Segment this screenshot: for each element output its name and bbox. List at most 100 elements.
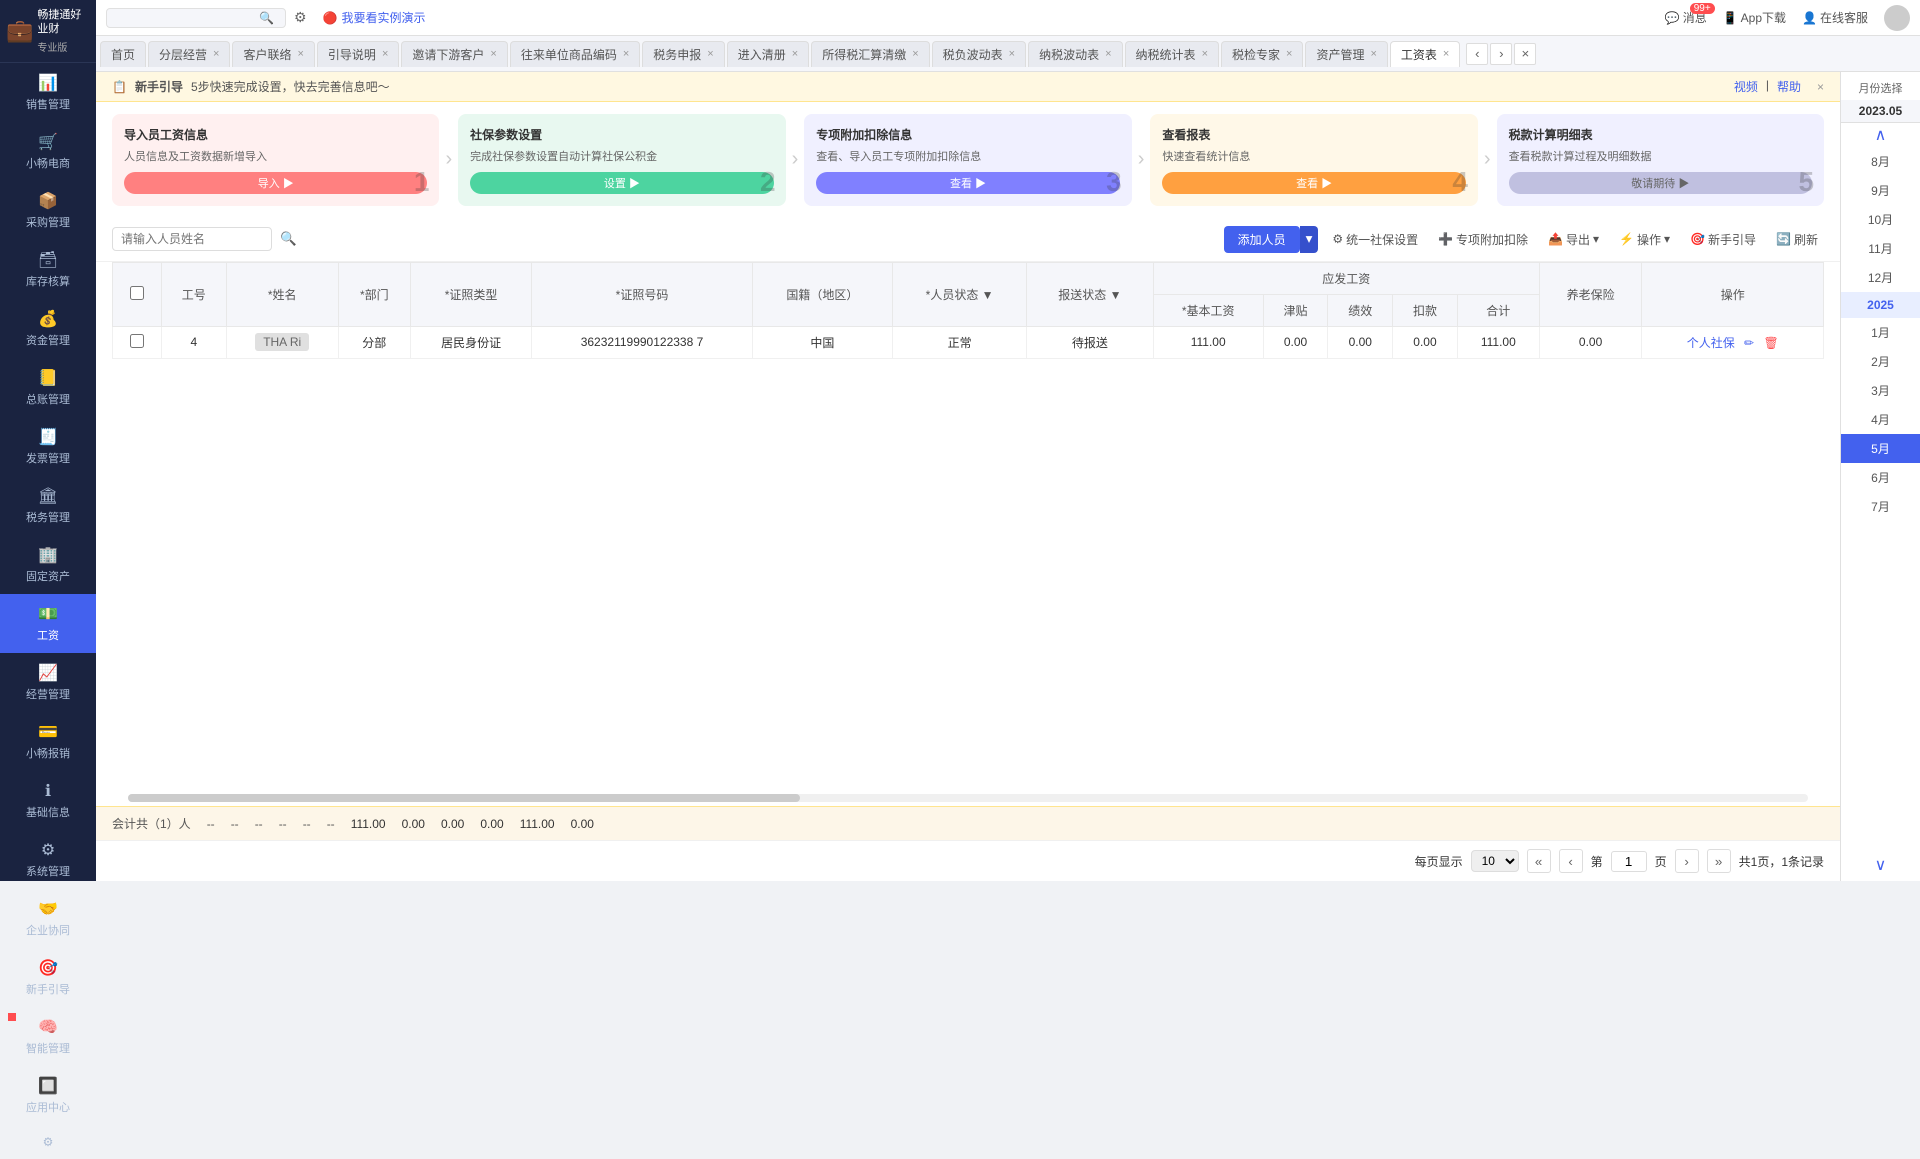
month-up-button[interactable]: ∧	[1869, 123, 1893, 147]
sidebar-item-ledger[interactable]: 📒 总账管理	[0, 358, 96, 417]
month-item-1[interactable]: 1月	[1841, 318, 1920, 347]
export-button[interactable]: 📤 导出 ▾	[1542, 229, 1605, 250]
guide-help-link[interactable]: 帮助	[1777, 78, 1801, 95]
edit-link[interactable]: ✏	[1744, 336, 1754, 350]
sidebar-item-finance[interactable]: 💰 资金管理	[0, 299, 96, 358]
tab-close-tax-stats[interactable]: ×	[1202, 48, 1208, 60]
first-page-button[interactable]: «	[1527, 849, 1551, 873]
refresh-button[interactable]: 🔄 刷新	[1770, 229, 1824, 250]
page-size-select[interactable]: 10 20 50	[1471, 850, 1519, 872]
sidebar-item-system[interactable]: ⚙ 系统管理	[0, 830, 96, 889]
demo-link[interactable]: 🔴 我要看实例演示	[323, 9, 426, 26]
tab-prev-button[interactable]: ‹	[1466, 43, 1488, 65]
tab-close-customer[interactable]: ×	[297, 48, 303, 60]
select-all-checkbox[interactable]	[130, 286, 144, 300]
step-5-button[interactable]: 敬请期待 ▶	[1509, 172, 1812, 194]
month-item-3[interactable]: 3月	[1841, 376, 1920, 405]
sidebar-item-expense[interactable]: 💳 小畅报销	[0, 712, 96, 771]
step-1-button[interactable]: 导入 ▶	[124, 172, 427, 194]
tab-invite[interactable]: 邀请下游客户 ×	[401, 41, 507, 67]
month-item-6[interactable]: 6月	[1841, 463, 1920, 492]
message-button[interactable]: 💬 消息 99+	[1665, 9, 1707, 26]
settings-button[interactable]: ⚙	[0, 1125, 96, 1159]
tab-layered[interactable]: 分层经营 ×	[148, 41, 230, 67]
tab-guide[interactable]: 引导说明 ×	[317, 41, 399, 67]
personal-insurance-link[interactable]: 个人社保	[1687, 336, 1735, 350]
employee-search-input[interactable]	[112, 227, 272, 251]
month-item-7[interactable]: 7月	[1841, 492, 1920, 521]
sidebar-item-salary[interactable]: 💵 工资	[0, 594, 96, 653]
sidebar-item-guide[interactable]: 🎯 新手引导	[0, 948, 96, 1007]
tab-income-tax[interactable]: 所得税汇算清缴 ×	[811, 41, 929, 67]
social-insurance-settings-button[interactable]: ⚙ 统一社保设置	[1326, 229, 1424, 250]
employee-search-button[interactable]: 🔍	[280, 231, 297, 247]
tab-tax-stats[interactable]: 纳税统计表 ×	[1125, 41, 1219, 67]
tab-close-tax-report[interactable]: ×	[707, 48, 713, 60]
settings-icon[interactable]: ⚙	[294, 9, 307, 26]
topbar-search-box[interactable]: 🔍	[106, 8, 286, 28]
delete-link[interactable]: 🗑	[1763, 336, 1778, 350]
page-input[interactable]	[1611, 851, 1647, 872]
prev-page-button[interactable]: ‹	[1559, 849, 1583, 873]
tab-salary[interactable]: 工资表 ×	[1390, 41, 1460, 67]
month-item-2[interactable]: 2月	[1841, 347, 1920, 376]
sidebar-item-assets[interactable]: 🏢 固定资产	[0, 535, 96, 594]
tab-product-code[interactable]: 往来单位商品编码 ×	[510, 41, 640, 67]
month-item-5[interactable]: 5月	[1841, 434, 1920, 463]
sidebar-item-management[interactable]: 📈 经营管理	[0, 653, 96, 712]
app-download-button[interactable]: 📱 App下载	[1723, 9, 1786, 26]
tab-close-clearance[interactable]: ×	[792, 48, 798, 60]
sidebar-item-appcenter[interactable]: 🔲 应用中心	[0, 1066, 96, 1125]
online-service-button[interactable]: 👤 在线客服	[1802, 9, 1868, 26]
tab-next-button[interactable]: ›	[1490, 43, 1512, 65]
step-3-button[interactable]: 查看 ▶	[816, 172, 1119, 194]
tab-home[interactable]: 首页	[100, 41, 146, 67]
tab-tax-burden[interactable]: 税负波动表 ×	[932, 41, 1026, 67]
sidebar-item-purchase[interactable]: 📦 采购管理	[0, 181, 96, 240]
month-down-button[interactable]: ∨	[1869, 853, 1893, 877]
guide-close-button[interactable]: ×	[1817, 80, 1824, 94]
tab-close-guide[interactable]: ×	[382, 48, 388, 60]
user-avatar[interactable]	[1884, 5, 1910, 31]
month-item-8[interactable]: 8月	[1841, 147, 1920, 176]
sidebar-item-ecommerce[interactable]: 🛒 小畅电商	[0, 122, 96, 181]
sidebar-item-invoice[interactable]: 🧾 发票管理	[0, 417, 96, 476]
special-deduction-button[interactable]: ➕ 专项附加扣除	[1432, 229, 1534, 250]
guide-video-link[interactable]: 视频	[1734, 78, 1758, 95]
sidebar-item-ai[interactable]: 🧠 智能管理	[0, 1007, 96, 1066]
month-item-4[interactable]: 4月	[1841, 405, 1920, 434]
month-item-10[interactable]: 10月	[1841, 205, 1920, 234]
step-4-button[interactable]: 查看 ▶	[1162, 172, 1465, 194]
sidebar-item-sales[interactable]: 📊 销售管理	[0, 63, 96, 122]
tab-close-invite[interactable]: ×	[490, 48, 496, 60]
table-scrollbar[interactable]	[96, 790, 1840, 806]
row-checkbox[interactable]	[130, 334, 144, 348]
tab-property[interactable]: 资产管理 ×	[1305, 41, 1387, 67]
tab-tax-expert[interactable]: 税检专家 ×	[1221, 41, 1303, 67]
tab-close-tax-expert[interactable]: ×	[1286, 48, 1292, 60]
tab-clearance[interactable]: 进入清册 ×	[727, 41, 809, 67]
tab-close-tax-fluctuation[interactable]: ×	[1105, 48, 1111, 60]
next-page-button[interactable]: ›	[1675, 849, 1699, 873]
tab-close-tax-burden[interactable]: ×	[1009, 48, 1015, 60]
tab-tax-report[interactable]: 税务申报 ×	[642, 41, 724, 67]
tab-close-income-tax[interactable]: ×	[912, 48, 918, 60]
month-item-12[interactable]: 12月	[1841, 263, 1920, 292]
sidebar-item-inventory[interactable]: 🗃 库存核算	[0, 240, 96, 299]
topbar-search-input[interactable]	[115, 11, 255, 25]
step-2-button[interactable]: 设置 ▶	[470, 172, 773, 194]
operations-button[interactable]: ⚡ 操作 ▾	[1613, 229, 1676, 250]
tab-close-all-button[interactable]: ×	[1514, 43, 1536, 65]
tab-close-layered[interactable]: ×	[213, 48, 219, 60]
sidebar-item-basic[interactable]: ℹ 基础信息	[0, 771, 96, 830]
tab-close-product-code[interactable]: ×	[623, 48, 629, 60]
tab-customer[interactable]: 客户联络 ×	[232, 41, 314, 67]
sidebar-item-tax[interactable]: 🏛 税务管理	[0, 476, 96, 535]
tab-close-property[interactable]: ×	[1370, 48, 1376, 60]
guide-button[interactable]: 🎯 新手引导	[1684, 229, 1762, 250]
last-page-button[interactable]: »	[1707, 849, 1731, 873]
tab-tax-fluctuation[interactable]: 纳税波动表 ×	[1028, 41, 1122, 67]
month-item-11[interactable]: 11月	[1841, 234, 1920, 263]
sidebar-item-collab[interactable]: 🤝 企业协同	[0, 889, 96, 948]
add-employee-dropdown-button[interactable]: ▾	[1300, 226, 1319, 253]
